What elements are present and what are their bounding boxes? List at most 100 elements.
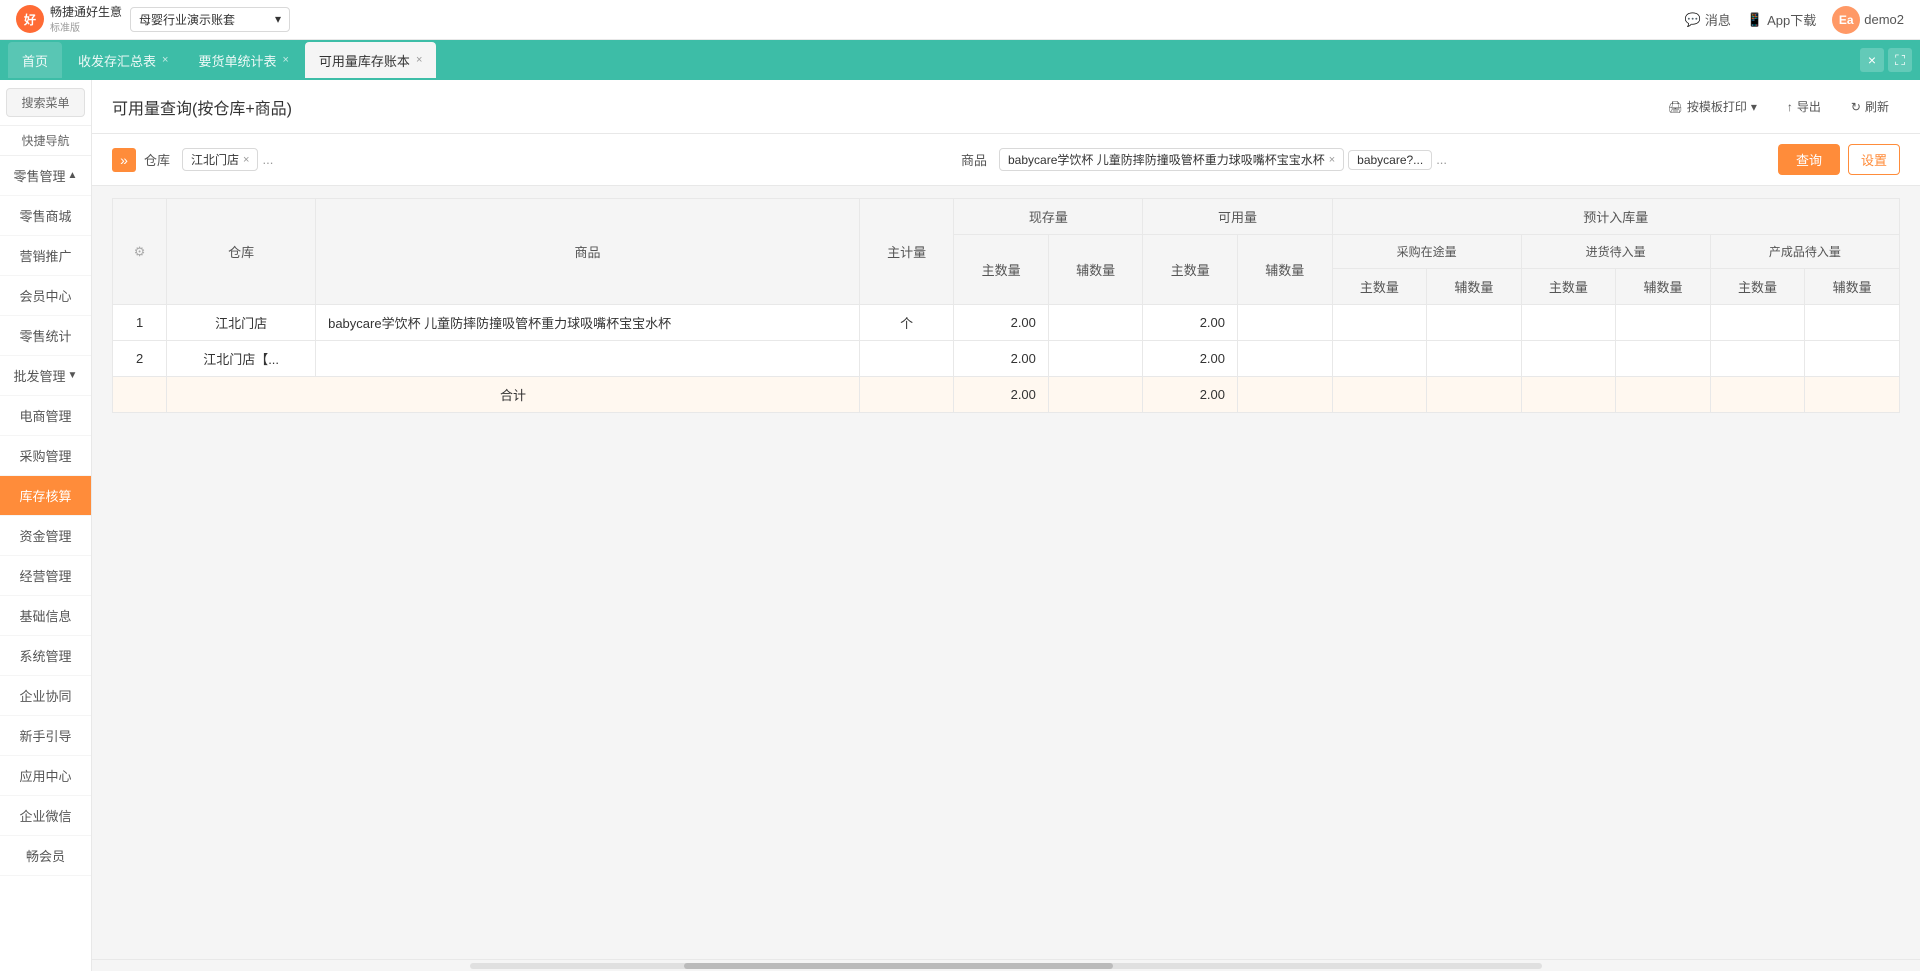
cell-available-main: 2.00 [1143, 341, 1238, 377]
logo-area: 好 畅捷通好生意 标准版 [16, 5, 122, 34]
cell-warehouse: 江北门店 [167, 305, 316, 341]
gear-icon[interactable]: ⚙ [134, 244, 146, 259]
product-tag-1[interactable]: babycare学饮杯 儿童防摔防撞吸管杯重力球吸嘴杯宝宝水杯 × [999, 148, 1344, 171]
sidebar-item-retail-mgmt[interactable]: 零售管理 ▲ [0, 156, 91, 196]
sidebar-item-wholesale-label: 批发管理 [14, 366, 66, 385]
cell-index: 1 [113, 305, 167, 341]
top-bar-right: 💬 消息 📱 App下载 Ea demo2 [1685, 6, 1904, 34]
tab-collect[interactable]: 收发存汇总表 × [64, 42, 182, 78]
tab-home-label: 首页 [22, 51, 48, 70]
scroll-bar-area [92, 959, 1920, 971]
message-icon: 💬 [1685, 12, 1701, 28]
sidebar-item-basic-info[interactable]: 基础信息 [0, 596, 91, 636]
sidebar-item-wholesale[interactable]: 批发管理 ▼ [0, 356, 91, 396]
tenant-selector[interactable]: 母婴行业演示账套 ▾ [130, 7, 290, 32]
cell-purchase-main [1332, 305, 1427, 341]
cell-purchase-aux [1427, 341, 1522, 377]
sidebar-item-retail-mall[interactable]: 零售商城 [0, 196, 91, 236]
sidebar-item-app-center[interactable]: 应用中心 [0, 756, 91, 796]
sidebar-item-purchase[interactable]: 采购管理 [0, 436, 91, 476]
product-tag-2[interactable]: babycare?... [1348, 150, 1432, 170]
tab-order-close[interactable]: × [282, 54, 288, 66]
cell-stock-main: 2.00 [954, 341, 1049, 377]
page-title: 可用量查询(按仓库+商品) [112, 95, 292, 119]
print-btn[interactable]: 🖨 按模板打印 ▾ [1657, 92, 1768, 121]
app-download-btn[interactable]: 📱 App下载 [1747, 10, 1816, 29]
query-button[interactable]: 查询 [1778, 144, 1840, 175]
export-btn-label: 导出 [1797, 98, 1821, 115]
message-label: 消息 [1705, 10, 1731, 29]
tab-collect-close[interactable]: × [162, 54, 168, 66]
sidebar-item-retail-stats[interactable]: 零售统计 [0, 316, 91, 356]
scrollbar-thumb[interactable] [684, 963, 1113, 969]
settings-button[interactable]: 设置 [1848, 144, 1900, 175]
refresh-btn[interactable]: ↻ 刷新 [1840, 92, 1900, 121]
sidebar-item-vip[interactable]: 畅会员 [0, 836, 91, 876]
cell-incoming-aux [1616, 305, 1711, 341]
sidebar-item-finance[interactable]: 资金管理 [0, 516, 91, 556]
user-area[interactable]: Ea demo2 [1832, 6, 1904, 34]
logo-icon: 好 [16, 5, 44, 33]
logo-sub: 标准版 [50, 19, 122, 34]
avatar-initials: Ea [1839, 13, 1854, 27]
th-available-group-cell: 可用量 [1143, 199, 1332, 235]
expand-filter-btn[interactable]: » [112, 148, 136, 172]
page-header: 可用量查询(按仓库+商品) 🖨 按模板打印 ▾ ↑ 导出 ↻ 刷新 [92, 80, 1920, 134]
sidebar-item-finance-label: 资金管理 [19, 529, 71, 544]
tab-inventory[interactable]: 可用量库存账本 × [305, 42, 436, 78]
sidebar-item-cooperation[interactable]: 企业协同 [0, 676, 91, 716]
cell-available-aux [1238, 341, 1333, 377]
cell-available-aux [1238, 305, 1333, 341]
sidebar-item-inventory[interactable]: 库存核算 [0, 476, 91, 516]
th-product-cell: 商品 [316, 199, 860, 305]
tab-order-label: 要货单统计表 [198, 51, 276, 70]
cell-purchase-main [1332, 341, 1427, 377]
horizontal-scrollbar[interactable] [470, 963, 1543, 969]
fullscreen-btn[interactable]: ⛶ [1888, 48, 1912, 72]
avatar: Ea [1832, 6, 1860, 34]
sidebar-nav-btn[interactable]: 快捷导航 [0, 126, 91, 156]
sidebar-item-onboarding[interactable]: 新手引导 [0, 716, 91, 756]
cell-production-aux [1805, 341, 1900, 377]
top-bar: 好 畅捷通好生意 标准版 母婴行业演示账套 ▾ 💬 消息 📱 App下载 Ea … [0, 0, 1920, 40]
product-tag-1-close[interactable]: × [1329, 154, 1335, 166]
tab-home[interactable]: 首页 [8, 42, 62, 78]
footer-production-main [1710, 377, 1805, 413]
product-more-btn[interactable]: ... [1436, 152, 1447, 167]
th-pra: 辅数量 [1805, 269, 1900, 305]
sidebar: 搜索菜单 快捷导航 零售管理 ▲ 零售商城 营销推广 会员中心 零售统计 批发管… [0, 80, 92, 971]
sidebar-item-operations[interactable]: 经营管理 [0, 556, 91, 596]
cell-incoming-aux [1616, 341, 1711, 377]
warehouse-tag[interactable]: 江北门店 × [182, 148, 258, 171]
cell-purchase-aux [1427, 305, 1522, 341]
print-icon: 🖨 [1668, 100, 1683, 114]
tab-collect-label: 收发存汇总表 [78, 51, 156, 70]
footer-empty-2 [859, 377, 954, 413]
warehouse-tags: 江北门店 × ... [182, 148, 953, 171]
footer-production-aux [1805, 377, 1900, 413]
tab-order[interactable]: 要货单统计表 × [184, 42, 302, 78]
th-incoming-group-cell: 进货待入量 [1521, 235, 1710, 269]
th-production-group-cell: 产成品待入量 [1710, 235, 1899, 269]
export-btn[interactable]: ↑ 导出 [1776, 92, 1832, 121]
sidebar-item-member[interactable]: 会员中心 [0, 276, 91, 316]
search-menu-btn[interactable]: 搜索菜单 [6, 88, 85, 117]
close-all-btn[interactable]: × [1860, 48, 1884, 72]
expand-icon: ▲ [68, 170, 78, 181]
footer-empty-1 [113, 377, 167, 413]
username: demo2 [1864, 12, 1904, 27]
expand-icon-2: ▼ [68, 370, 78, 381]
sidebar-item-marketing[interactable]: 营销推广 [0, 236, 91, 276]
tab-inventory-close[interactable]: × [416, 54, 422, 66]
message-btn[interactable]: 💬 消息 [1685, 10, 1731, 29]
warehouse-tag-close[interactable]: × [243, 154, 249, 166]
sidebar-item-ecommerce[interactable]: 电商管理 [0, 396, 91, 436]
footer-available-main: 2.00 [1143, 377, 1238, 413]
warehouse-more-btn[interactable]: ... [262, 152, 273, 167]
cell-stock-aux [1048, 305, 1143, 341]
th-prm: 主数量 [1710, 269, 1805, 305]
product-filter-label: 商品 [961, 150, 987, 169]
sidebar-item-enterprise-wx[interactable]: 企业微信 [0, 796, 91, 836]
sidebar-item-system[interactable]: 系统管理 [0, 636, 91, 676]
cell-incoming-main [1521, 305, 1616, 341]
